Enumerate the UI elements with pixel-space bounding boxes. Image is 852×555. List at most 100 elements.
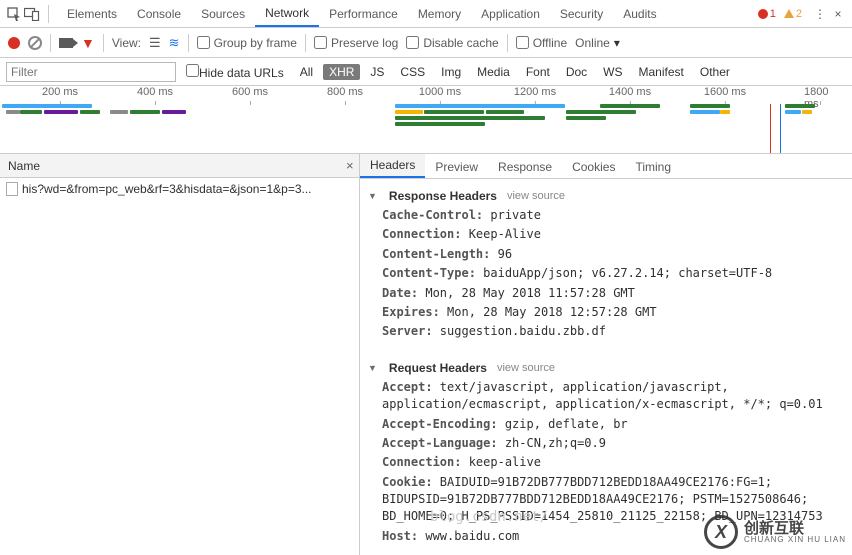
device-toggle-icon[interactable] (24, 6, 40, 22)
header-value: Mon, 28 May 2018 11:57:28 GMT (425, 286, 635, 300)
tab-security[interactable]: Security (550, 0, 613, 27)
header-key: Content-Type: (382, 266, 483, 280)
close-icon[interactable]: × (830, 6, 846, 22)
timeline-bar (690, 104, 730, 108)
timeline-bar (690, 110, 720, 114)
timeline-bar (20, 110, 42, 114)
capture-screenshots-icon[interactable] (59, 38, 73, 48)
header-key: Content-Length: (382, 247, 498, 261)
type-filter-xhr[interactable]: XHR (323, 64, 360, 80)
timeline-tick: 1000 ms (419, 86, 461, 98)
request-detail: × HeadersPreviewResponseCookiesTiming Re… (360, 154, 852, 555)
type-filter-other[interactable]: Other (694, 64, 736, 80)
tab-audits[interactable]: Audits (613, 0, 666, 27)
network-toolbar: ▼ View: ☰ ≋ Group by frame Preserve log … (0, 28, 852, 58)
type-filter-img[interactable]: Img (435, 64, 467, 80)
header-key: Server: (382, 324, 440, 338)
waterfall-icon[interactable]: ≋ (169, 35, 180, 51)
inspect-icon[interactable] (6, 6, 22, 22)
clear-icon[interactable] (28, 36, 42, 50)
request-row[interactable]: his?wd=&from=pc_web&rf=3&hisdata=&json=1… (0, 178, 359, 200)
type-filter-manifest[interactable]: Manifest (633, 64, 690, 80)
header-key: Connection: (382, 455, 469, 469)
name-column-header[interactable]: Name (0, 154, 359, 178)
panel-tabs: ElementsConsoleSourcesNetworkPerformance… (57, 0, 667, 27)
tab-network[interactable]: Network (255, 0, 319, 27)
filter-row: Hide data URLs AllXHRJSCSSImgMediaFontDo… (0, 58, 852, 86)
preserve-log-checkbox[interactable]: Preserve log (314, 36, 398, 50)
detail-tab-response[interactable]: Response (488, 156, 562, 178)
type-filter-media[interactable]: Media (471, 64, 516, 80)
tab-sources[interactable]: Sources (191, 0, 255, 27)
timeline-overview[interactable]: 200 ms400 ms600 ms800 ms1000 ms1200 ms14… (0, 86, 852, 154)
timeline-tick: 1600 ms (704, 86, 746, 98)
header-value: Keep-Alive (469, 227, 541, 241)
view-source-link[interactable]: view source (507, 190, 565, 202)
timeline-tick: 400 ms (137, 86, 173, 98)
timeline-bar (80, 110, 100, 114)
offline-checkbox[interactable]: Offline (516, 36, 567, 50)
header-item: Connection: Keep-Alive (382, 226, 842, 243)
detail-tab-preview[interactable]: Preview (425, 156, 488, 178)
watermark-pinyin: CHUANG XIN HU LIAN (744, 536, 846, 544)
type-filter-css[interactable]: CSS (394, 64, 431, 80)
header-item: Date: Mon, 28 May 2018 11:57:28 GMT (382, 285, 842, 302)
type-filter-all[interactable]: All (294, 64, 319, 80)
filter-icon[interactable]: ▼ (81, 35, 95, 51)
watermark: X 创新互联 CHUANG XIN HU LIAN (704, 515, 846, 549)
record-icon[interactable] (8, 37, 20, 49)
watermark-url: blog.csdn.net/ (430, 509, 548, 525)
header-key: Cookie: (382, 475, 440, 489)
timeline-marker (780, 104, 781, 153)
header-item: Expires: Mon, 28 May 2018 12:57:28 GMT (382, 304, 842, 321)
separator (48, 5, 49, 23)
group-by-frame-checkbox[interactable]: Group by frame (197, 36, 297, 50)
tab-performance[interactable]: Performance (319, 0, 408, 27)
request-headers-title[interactable]: Request Headers (389, 361, 487, 375)
tab-console[interactable]: Console (127, 0, 191, 27)
detail-tab-timing[interactable]: Timing (625, 156, 681, 178)
filter-input[interactable] (6, 62, 176, 82)
type-filter-doc[interactable]: Doc (560, 64, 593, 80)
close-detail-icon[interactable]: × (346, 158, 354, 173)
detail-tab-cookies[interactable]: Cookies (562, 156, 625, 178)
request-name: his?wd=&from=pc_web&rf=3&hisdata=&json=1… (22, 182, 312, 196)
timeline-bar (785, 104, 815, 108)
timeline-bar (486, 110, 524, 114)
throttling-select[interactable]: Online (575, 36, 620, 50)
hide-data-urls-checkbox[interactable]: Hide data URLs (186, 64, 284, 80)
header-value: text/javascript, application/javascript,… (382, 380, 823, 411)
requests-list: Name his?wd=&from=pc_web&rf=3&hisdata=&j… (0, 154, 360, 555)
timeline-bar (720, 110, 730, 114)
header-key: Accept-Language: (382, 436, 505, 450)
settings-icon[interactable]: ⋮ (812, 6, 828, 22)
header-value: keep-alive (469, 455, 541, 469)
view-label: View: (112, 36, 141, 50)
header-item: Server: suggestion.baidu.zbb.df (382, 323, 842, 340)
header-item: Content-Length: 96 (382, 246, 842, 263)
header-key: Expires: (382, 305, 447, 319)
warning-count[interactable]: 2 (784, 8, 802, 20)
detail-tab-headers[interactable]: Headers (360, 154, 425, 178)
header-item: Accept-Language: zh-CN,zh;q=0.9 (382, 435, 842, 452)
error-count[interactable]: 1 (758, 8, 776, 20)
type-filter-js[interactable]: JS (364, 64, 390, 80)
header-value: gzip, deflate, br (505, 417, 628, 431)
type-filter-ws[interactable]: WS (597, 64, 628, 80)
type-filter-font[interactable]: Font (520, 64, 556, 80)
tab-memory[interactable]: Memory (408, 0, 471, 27)
response-headers-title[interactable]: Response Headers (389, 189, 497, 203)
view-source-link[interactable]: view source (497, 362, 555, 374)
timeline-bar (566, 110, 636, 114)
tab-application[interactable]: Application (471, 0, 550, 27)
tab-elements[interactable]: Elements (57, 0, 127, 27)
header-item: Connection: keep-alive (382, 454, 842, 471)
large-rows-icon[interactable]: ☰ (149, 35, 161, 51)
timeline-bar (130, 110, 160, 114)
timeline-bar (162, 110, 186, 114)
timeline-tick: 1200 ms (514, 86, 556, 98)
timeline-tick: 600 ms (232, 86, 268, 98)
header-value: www.baidu.com (425, 529, 519, 543)
timeline-bar (395, 104, 565, 108)
disable-cache-checkbox[interactable]: Disable cache (406, 36, 498, 50)
